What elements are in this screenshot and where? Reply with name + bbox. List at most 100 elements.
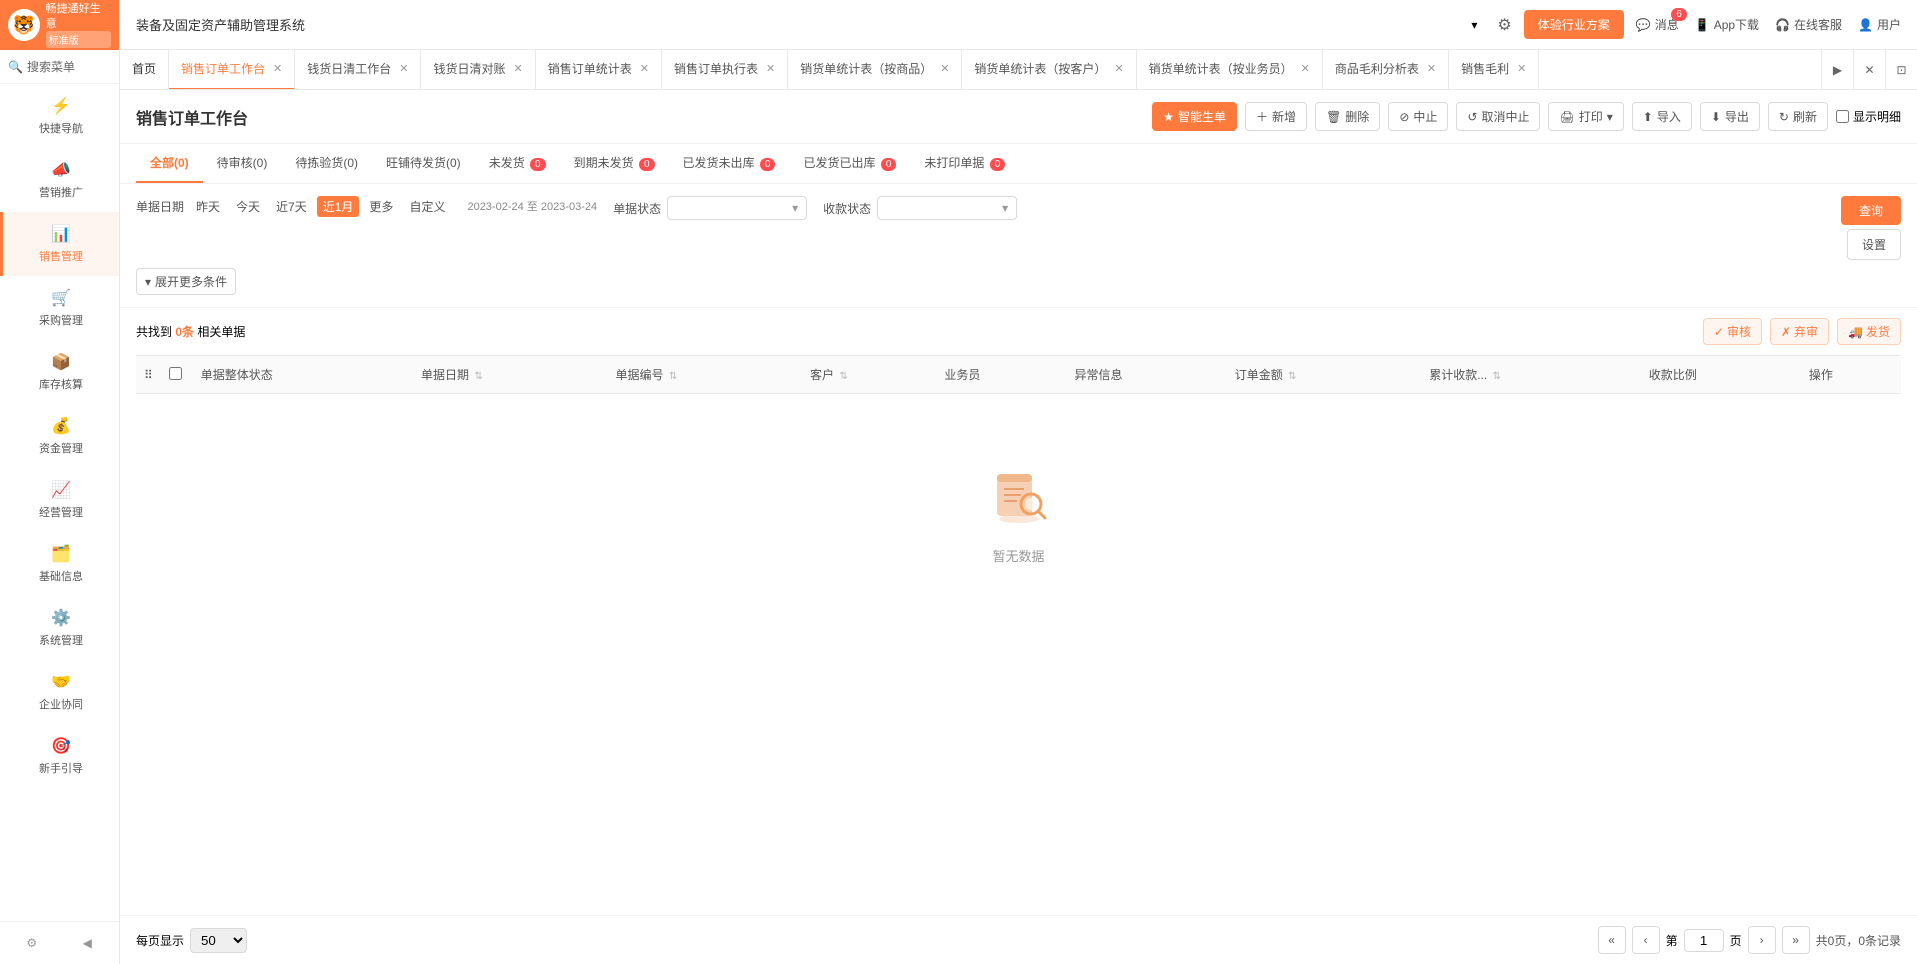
next-page-btn[interactable]: ›	[1748, 926, 1776, 954]
tab-close-icon[interactable]: ✕	[514, 62, 523, 75]
tab-close-icon[interactable]: ✕	[1301, 62, 1310, 75]
payment-select[interactable]: ▾	[877, 196, 1017, 220]
date-range-text: 2023-02-24 至 2023-03-24	[467, 198, 597, 214]
cancel-stop-button[interactable]: ↺ 取消中止	[1456, 102, 1540, 131]
prev-page-btn[interactable]: ‹	[1632, 926, 1660, 954]
sidebar-item-inventory[interactable]: 📦 库存核算	[0, 340, 119, 404]
tab-expand-btn[interactable]: ⊡	[1885, 50, 1917, 90]
print-button[interactable]: 🖨 打印 ▾	[1548, 102, 1623, 131]
date-today-btn[interactable]: 今天	[230, 196, 266, 217]
tab-close-icon[interactable]: ✕	[1427, 62, 1436, 75]
cancel-audit-btn[interactable]: ✗ 弃审	[1770, 318, 1829, 345]
date-yesterday-btn[interactable]: 昨天	[190, 196, 226, 217]
stop-button[interactable]: ⊘ 中止	[1388, 102, 1448, 131]
first-page-btn[interactable]: «	[1598, 926, 1626, 954]
sidebar-item-label: 新手引导	[39, 760, 83, 776]
tab-cashier-daily[interactable]: 钱货日清工作台 ✕	[295, 50, 421, 90]
date-custom-btn[interactable]: 自定义	[403, 196, 451, 217]
app-download-btn[interactable]: 📱 App下载	[1695, 16, 1759, 33]
sub-tab-label: 到期未发货	[574, 156, 634, 170]
th-customer[interactable]: 客户 ⇅	[802, 356, 936, 394]
tab-scroll-right-btn[interactable]: ▶	[1821, 50, 1853, 90]
online-service-btn[interactable]: 🎧 在线客服	[1775, 16, 1842, 33]
user-icon: 👤	[1858, 18, 1873, 32]
sidebar-item-finance[interactable]: 💰 资金管理	[0, 404, 119, 468]
tab-home[interactable]: 首页	[120, 50, 169, 90]
import-button[interactable]: ⬆ 导入	[1632, 102, 1692, 131]
tab-product-margin[interactable]: 商品毛利分析表 ✕	[1323, 50, 1449, 90]
tab-close-icon[interactable]: ✕	[399, 62, 408, 75]
th-order-amount[interactable]: 订单金额 ⇅	[1227, 356, 1422, 394]
tab-close-icon[interactable]: ✕	[1114, 62, 1123, 75]
page-number-input[interactable]	[1684, 929, 1724, 952]
sidebar-item-system[interactable]: ⚙️ 系统管理	[0, 596, 119, 660]
select-all-checkbox[interactable]	[169, 367, 182, 380]
th-total-received-label: 累计收款...	[1429, 368, 1487, 382]
tab-cash-reconcile[interactable]: 钱货日清对账 ✕	[421, 50, 535, 90]
sidebar-item-marketing[interactable]: 📣 营销推广	[0, 148, 119, 212]
show-detail-checkbox[interactable]	[1836, 110, 1849, 123]
sub-tab-not-printed[interactable]: 未打印单据 0	[910, 144, 1019, 183]
message-btn[interactable]: 💬 消息 6	[1636, 16, 1679, 33]
show-detail-label[interactable]: 显示明细	[1836, 108, 1901, 125]
date-1month-btn[interactable]: 近1月	[317, 196, 360, 217]
sub-tab-shipped-not-out[interactable]: 已发货未出库 0	[669, 144, 790, 183]
expand-filter-btn[interactable]: ▾ 展开更多条件	[136, 268, 236, 295]
tab-sales-profit[interactable]: 销售毛利 ✕	[1449, 50, 1539, 90]
last-page-btn[interactable]: »	[1782, 926, 1810, 954]
tab-sales-staff-stats[interactable]: 销货单统计表（按业务员） ✕	[1137, 50, 1323, 90]
tab-close-icon[interactable]: ✕	[766, 62, 775, 75]
export-button[interactable]: ⬇ 导出	[1700, 102, 1760, 131]
sidebar-item-guide[interactable]: 🎯 新手引导	[0, 724, 119, 788]
sidebar-item-operations[interactable]: 📈 经营管理	[0, 468, 119, 532]
sidebar-item-quick-nav[interactable]: ⚡ 快捷导航	[0, 84, 119, 148]
tab-sales-exec[interactable]: 销售订单执行表 ✕	[662, 50, 788, 90]
sub-tab-expired-not-shipped[interactable]: 到期未发货 0	[560, 144, 669, 183]
tab-close-icon[interactable]: ✕	[1517, 62, 1526, 75]
sub-tab-not-shipped[interactable]: 未发货 0	[475, 144, 560, 183]
sidebar-item-sales[interactable]: 📊 销售管理	[0, 212, 119, 276]
system-dropdown[interactable]: ▾	[1463, 14, 1485, 36]
tab-close-all-btn[interactable]: ✕	[1853, 50, 1885, 90]
user-menu-btn[interactable]: 👤 用户	[1858, 16, 1901, 33]
sub-tab-pending-review[interactable]: 待审核(0)	[203, 144, 282, 183]
tab-sales-customer-stats[interactable]: 销货单统计表（按客户） ✕	[962, 50, 1136, 90]
th-doc-no[interactable]: 单据编号 ⇅	[607, 356, 802, 394]
sub-tab-shipped-out[interactable]: 已发货已出库 0	[789, 144, 910, 183]
experience-industry-button[interactable]: 体验行业方案	[1524, 10, 1624, 39]
sidebar-search[interactable]: 🔍 搜索菜单	[0, 50, 119, 84]
tab-close-icon[interactable]: ✕	[273, 62, 282, 75]
tab-sales-stats[interactable]: 销售订单统计表 ✕	[536, 50, 662, 90]
date-more-btn[interactable]: 更多	[363, 196, 399, 217]
topbar-gear-icon[interactable]: ⚙	[1497, 15, 1511, 35]
page-suffix: 页	[1730, 932, 1742, 949]
smart-create-button[interactable]: ★ 智能生单	[1152, 102, 1237, 131]
set-button[interactable]: 设置	[1847, 229, 1901, 260]
th-doc-date[interactable]: 单据日期 ⇅	[413, 356, 608, 394]
date-7days-btn[interactable]: 近7天	[270, 196, 313, 217]
ship-btn[interactable]: 🚚 发货	[1837, 318, 1901, 345]
tab-close-icon[interactable]: ✕	[640, 62, 649, 75]
collapse-sidebar-btn[interactable]: ◀	[64, 930, 112, 956]
refresh-button[interactable]: ↻ 刷新	[1768, 102, 1828, 131]
logo-title: 畅捷通好生意	[46, 2, 111, 31]
tab-close-icon[interactable]: ✕	[940, 62, 949, 75]
sub-tab-all[interactable]: 全部(0)	[136, 144, 203, 183]
th-total-received[interactable]: 累计收款... ⇅	[1421, 356, 1641, 394]
sidebar-item-base[interactable]: 🗂️ 基础信息	[0, 532, 119, 596]
status-select[interactable]: ▾	[667, 196, 807, 220]
not-shipped-badge: 0	[530, 158, 546, 171]
settings-bottom-btn[interactable]: ⚙	[8, 930, 56, 956]
page-size-select[interactable]: 50 100 200	[190, 928, 247, 953]
audit-btn[interactable]: ✓ 审核	[1703, 318, 1762, 345]
sub-tab-pending-inspect[interactable]: 待拣验货(0)	[281, 144, 372, 183]
add-button[interactable]: ＋ 新增	[1245, 102, 1307, 131]
tab-sales-product-stats[interactable]: 销货单统计表（按商品） ✕	[788, 50, 962, 90]
sub-tab-wangpu[interactable]: 旺铺待发货(0)	[372, 144, 475, 183]
pagination: 每页显示 50 100 200 « ‹ 第 页 › » 共0页，0条记录	[120, 915, 1917, 964]
sidebar-item-enterprise[interactable]: 🤝 企业协同	[0, 660, 119, 724]
delete-button[interactable]: 🗑 删除	[1315, 102, 1380, 131]
query-button[interactable]: 查询	[1841, 196, 1901, 225]
tab-sales-workbench[interactable]: 销售订单工作台 ✕	[169, 50, 295, 90]
sidebar-item-purchase[interactable]: 🛒 采购管理	[0, 276, 119, 340]
